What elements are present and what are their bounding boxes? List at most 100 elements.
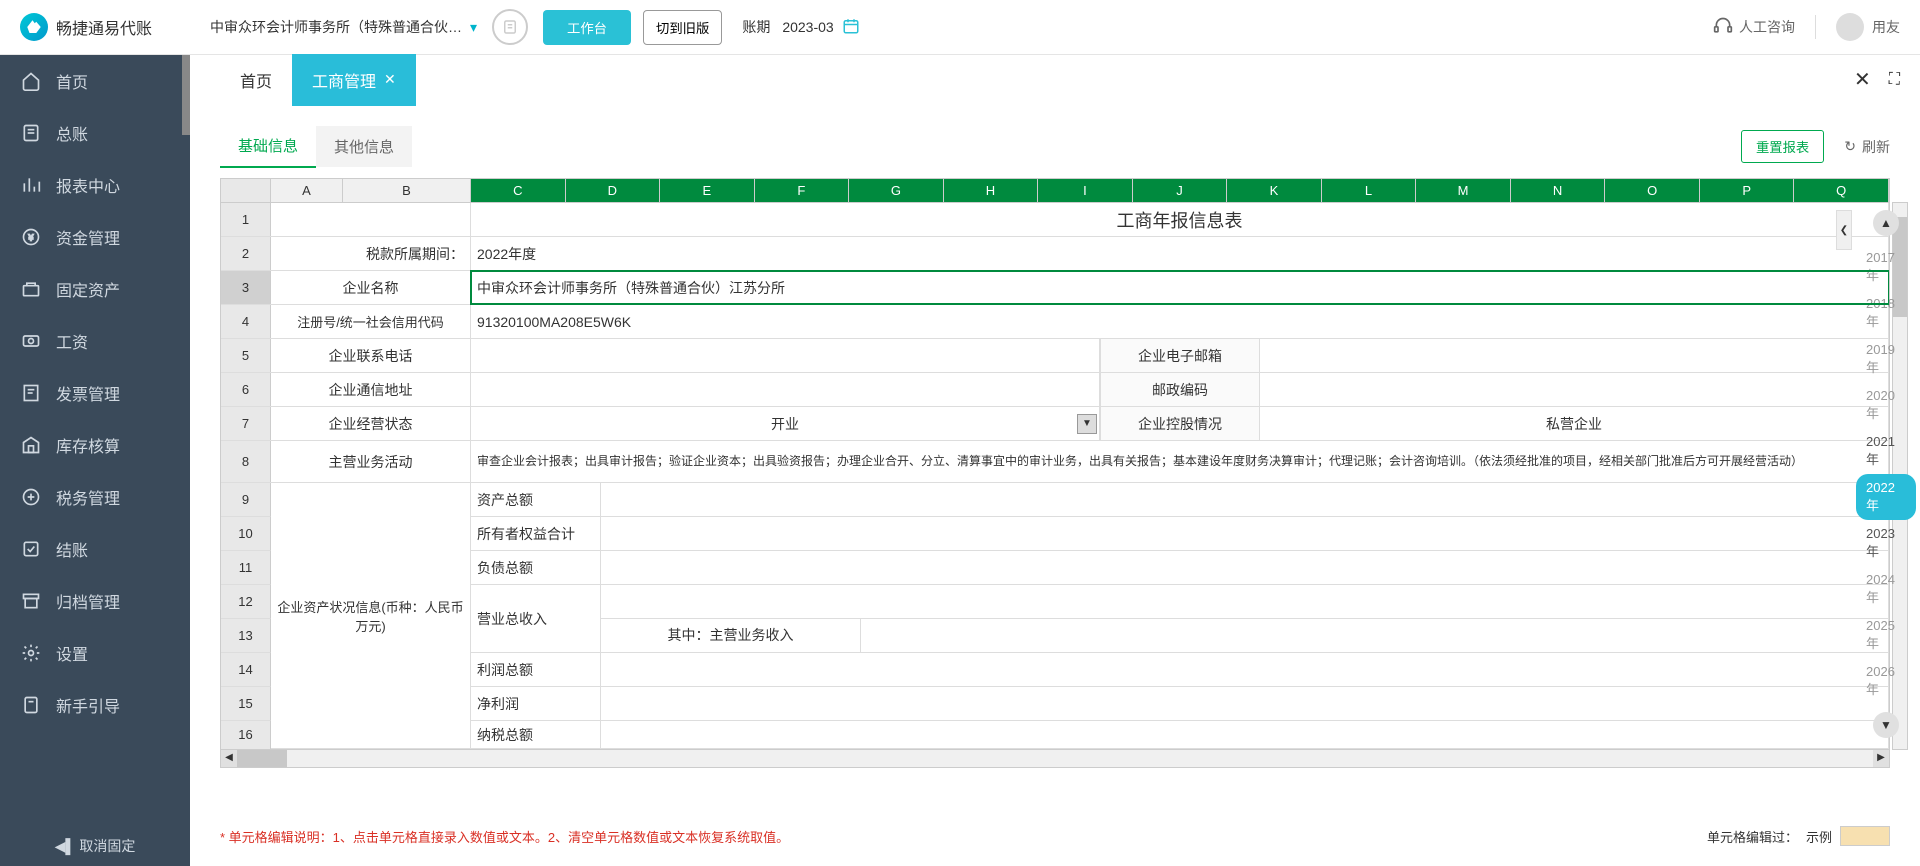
sidebar-item-close[interactable]: 结账 [0,523,190,575]
col-header-I[interactable]: I [1038,179,1133,202]
cell-value[interactable]: 开业 ▼ [471,407,1100,440]
round-action-icon[interactable] [492,9,528,45]
year-2021年[interactable]: 2021年 [1856,428,1916,474]
cell-label[interactable]: 企业通信地址 [271,373,471,406]
sidebar-unpin[interactable]: ◀▌ 取消固定 [0,826,190,866]
sidebar-scrollbar[interactable] [182,55,190,135]
col-header-G[interactable]: G [849,179,944,202]
row-header[interactable]: 12 [221,585,271,619]
year-2025年[interactable]: 2025年 [1856,612,1916,658]
cell-value[interactable]: 审查企业会计报表；出具审计报告；验证企业资本；出具验资报告；办理企业合开、分立、… [471,441,1889,482]
cell-value[interactable]: 91320100MA208E5W6K [471,305,1889,338]
sidebar-item-settings[interactable]: 设置 [0,627,190,679]
cell-sublabel[interactable]: 企业控股情况 [1100,407,1260,440]
cell-selected[interactable]: 中审众环会计师事务所（特殊普通合伙）江苏分所 [471,271,1889,304]
cell-value[interactable] [601,687,1889,720]
fullscreen-icon[interactable]: ⛶ [1889,71,1900,89]
cell-label[interactable]: 税款所属期间： [271,237,471,270]
row-header[interactable]: 13 [221,619,271,653]
merged-label[interactable]: 企业资产状况信息(币种：人民币万元) [271,483,471,749]
col-header-E[interactable]: E [660,179,755,202]
user-menu[interactable]: 用友 [1836,13,1900,41]
cell-label[interactable]: 营业总收入 [471,585,601,653]
cell-value[interactable] [471,373,1100,406]
row-header[interactable]: 5 [221,339,271,372]
sidebar-item-archive[interactable]: 归档管理 [0,575,190,627]
col-header-J[interactable]: J [1133,179,1228,202]
cell-value[interactable] [601,585,1889,619]
sidebar-item-ledger[interactable]: 总账 [0,107,190,159]
year-down-icon[interactable]: ▼ [1873,712,1899,738]
reset-report-button[interactable]: 重置报表 [1741,130,1824,163]
cell[interactable] [271,203,471,236]
sidebar-item-guide[interactable]: 新手引导 [0,679,190,731]
cell-value[interactable] [601,483,1889,516]
sidebar-item-salary[interactable]: 工资 [0,315,190,367]
row-header[interactable]: 14 [221,653,271,687]
cell-sublabel[interactable]: 邮政编码 [1100,373,1260,406]
row-header[interactable]: 16 [221,721,271,749]
year-2019年[interactable]: 2019年 [1856,336,1916,382]
cell-value[interactable] [861,619,1889,653]
cell-label[interactable]: 纳税总额 [471,721,601,748]
col-header-D[interactable]: D [566,179,661,202]
year-2023年[interactable]: 2023年 [1856,520,1916,566]
cell-value[interactable] [601,653,1889,686]
corner-cell[interactable] [221,179,271,202]
row-header[interactable]: 10 [221,517,271,551]
row-header[interactable]: 8 [221,441,271,482]
sheet-title[interactable]: 工商年报信息表 [471,203,1889,236]
refresh-button[interactable]: ↻ 刷新 [1844,137,1890,157]
col-header-Q[interactable]: Q [1794,179,1889,202]
tab-business-admin[interactable]: 工商管理 ✕ [292,54,416,106]
consult-button[interactable]: 人工咨询 [1713,16,1795,39]
old-version-button[interactable]: 切到旧版 [643,10,722,45]
cell-sublabel[interactable]: 企业电子邮箱 [1100,339,1260,372]
col-header-K[interactable]: K [1227,179,1322,202]
row-header[interactable]: 9 [221,483,271,517]
cell-label[interactable]: 企业名称 [271,271,471,304]
year-2024年[interactable]: 2024年 [1856,566,1916,612]
horizontal-scrollbar[interactable]: ◀ ▶ [220,750,1890,768]
cell-value[interactable] [471,339,1100,372]
col-header-P[interactable]: P [1700,179,1795,202]
cell-label[interactable]: 所有者权益合计 [471,517,601,550]
row-header[interactable]: 2 [221,237,271,270]
row-header[interactable]: 6 [221,373,271,406]
sub-tab-other[interactable]: 其他信息 [316,126,412,167]
collapse-rail-icon[interactable]: ❮ [1836,210,1852,250]
col-header-O[interactable]: O [1605,179,1700,202]
dropdown-icon[interactable]: ▼ [1077,414,1097,434]
cell-label[interactable]: 利润总额 [471,653,601,686]
cell-sublabel[interactable]: 其中：主营业务收入 [601,619,861,653]
row-header[interactable]: 11 [221,551,271,585]
col-header-B[interactable]: B [343,179,471,202]
col-header-C[interactable]: C [471,179,566,202]
sidebar-item-tax[interactable]: 税务管理 [0,471,190,523]
col-header-A[interactable]: A [271,179,343,202]
sidebar-item-inventory[interactable]: 库存核算 [0,419,190,471]
cell-value[interactable]: 2022年度 [471,237,1889,270]
scroll-right-icon[interactable]: ▶ [1873,750,1889,767]
cell-label[interactable]: 企业联系电话 [271,339,471,372]
row-header[interactable]: 3 [221,271,271,304]
close-all-icon[interactable]: ✕ [1848,61,1877,98]
cell-label[interactable]: 主营业务活动 [271,441,471,482]
tab-home[interactable]: 首页 [220,54,292,106]
sidebar-item-invoice[interactable]: 发票管理 [0,367,190,419]
scroll-thumb[interactable] [237,750,287,767]
row-header[interactable]: 4 [221,305,271,338]
company-selector[interactable]: 中审众环会计师事务所（特殊普通合伙… ▾ [210,17,477,37]
cell-value[interactable]: 私营企业 [1260,407,1889,440]
cell-label[interactable]: 注册号/统一社会信用代码 [271,305,471,338]
cell-label[interactable]: 企业经营状态 [271,407,471,440]
col-header-N[interactable]: N [1511,179,1606,202]
close-icon[interactable]: ✕ [384,71,396,88]
workbench-button[interactable]: 工作台 [543,10,631,45]
cell-value[interactable] [1260,339,1889,372]
calendar-icon[interactable] [842,17,860,38]
sidebar-item-home[interactable]: 首页 [0,55,190,107]
period-value[interactable]: 2023-03 [782,19,833,35]
cell-value[interactable] [601,721,1889,748]
sidebar-item-asset[interactable]: 固定资产 [0,263,190,315]
